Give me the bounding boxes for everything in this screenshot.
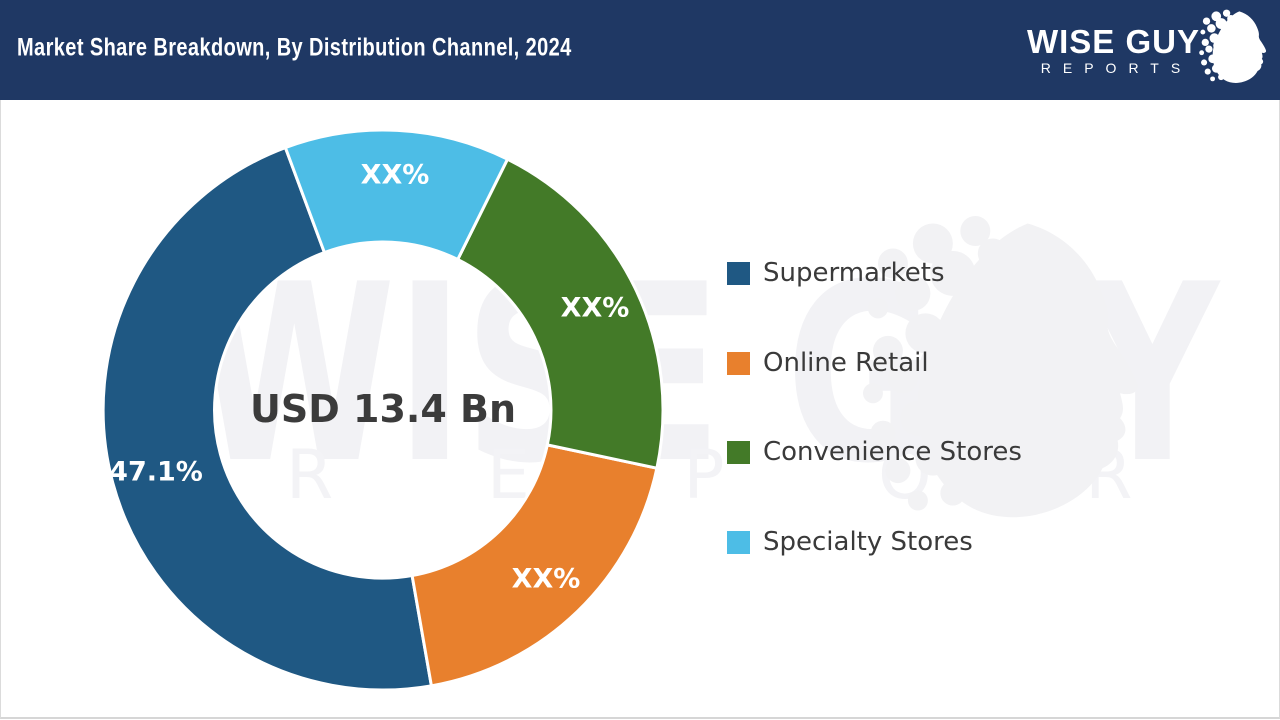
legend-item-convenience-stores: Convenience Stores	[727, 437, 1022, 468]
header-bar: Market Share Breakdown, By Distribution …	[0, 0, 1280, 100]
logo-face-icon	[1199, 9, 1267, 83]
legend-swatch-supermarkets	[727, 262, 750, 286]
legend-label: Specialty Stores	[763, 527, 973, 557]
slice-percentage-label: XX%	[511, 563, 581, 595]
legend-swatch-specialty-stores	[727, 531, 750, 555]
slice-percentage-label: 47.1%	[109, 456, 203, 488]
legend-item-specialty-stores: Specialty Stores	[727, 527, 973, 558]
legend-label: Convenience Stores	[763, 437, 1022, 467]
logo-subtitle: REPORTS	[1040, 60, 1193, 76]
logo-wordmark: WISE GUY	[1026, 23, 1200, 60]
donut-chart	[101, 128, 665, 692]
legend-label: Online Retail	[763, 348, 929, 378]
page-title: Market Share Breakdown, By Distribution …	[17, 33, 572, 62]
logo-text: WISE GUY REPORTS	[1027, 25, 1200, 75]
slice-percentage-label: XX%	[360, 159, 430, 191]
legend-swatch-convenience-stores	[727, 441, 750, 465]
legend-label: Supermarkets	[763, 258, 945, 288]
legend-item-online-retail: Online Retail	[727, 348, 929, 379]
legend-item-supermarkets: Supermarkets	[727, 258, 945, 289]
center-value-label: USD 13.4 Bn	[250, 387, 516, 431]
wise-guy-logo: WISE GUY REPORTS	[1012, 2, 1274, 98]
legend-swatch-online-retail	[727, 352, 750, 376]
slice-percentage-label: XX%	[560, 292, 630, 324]
